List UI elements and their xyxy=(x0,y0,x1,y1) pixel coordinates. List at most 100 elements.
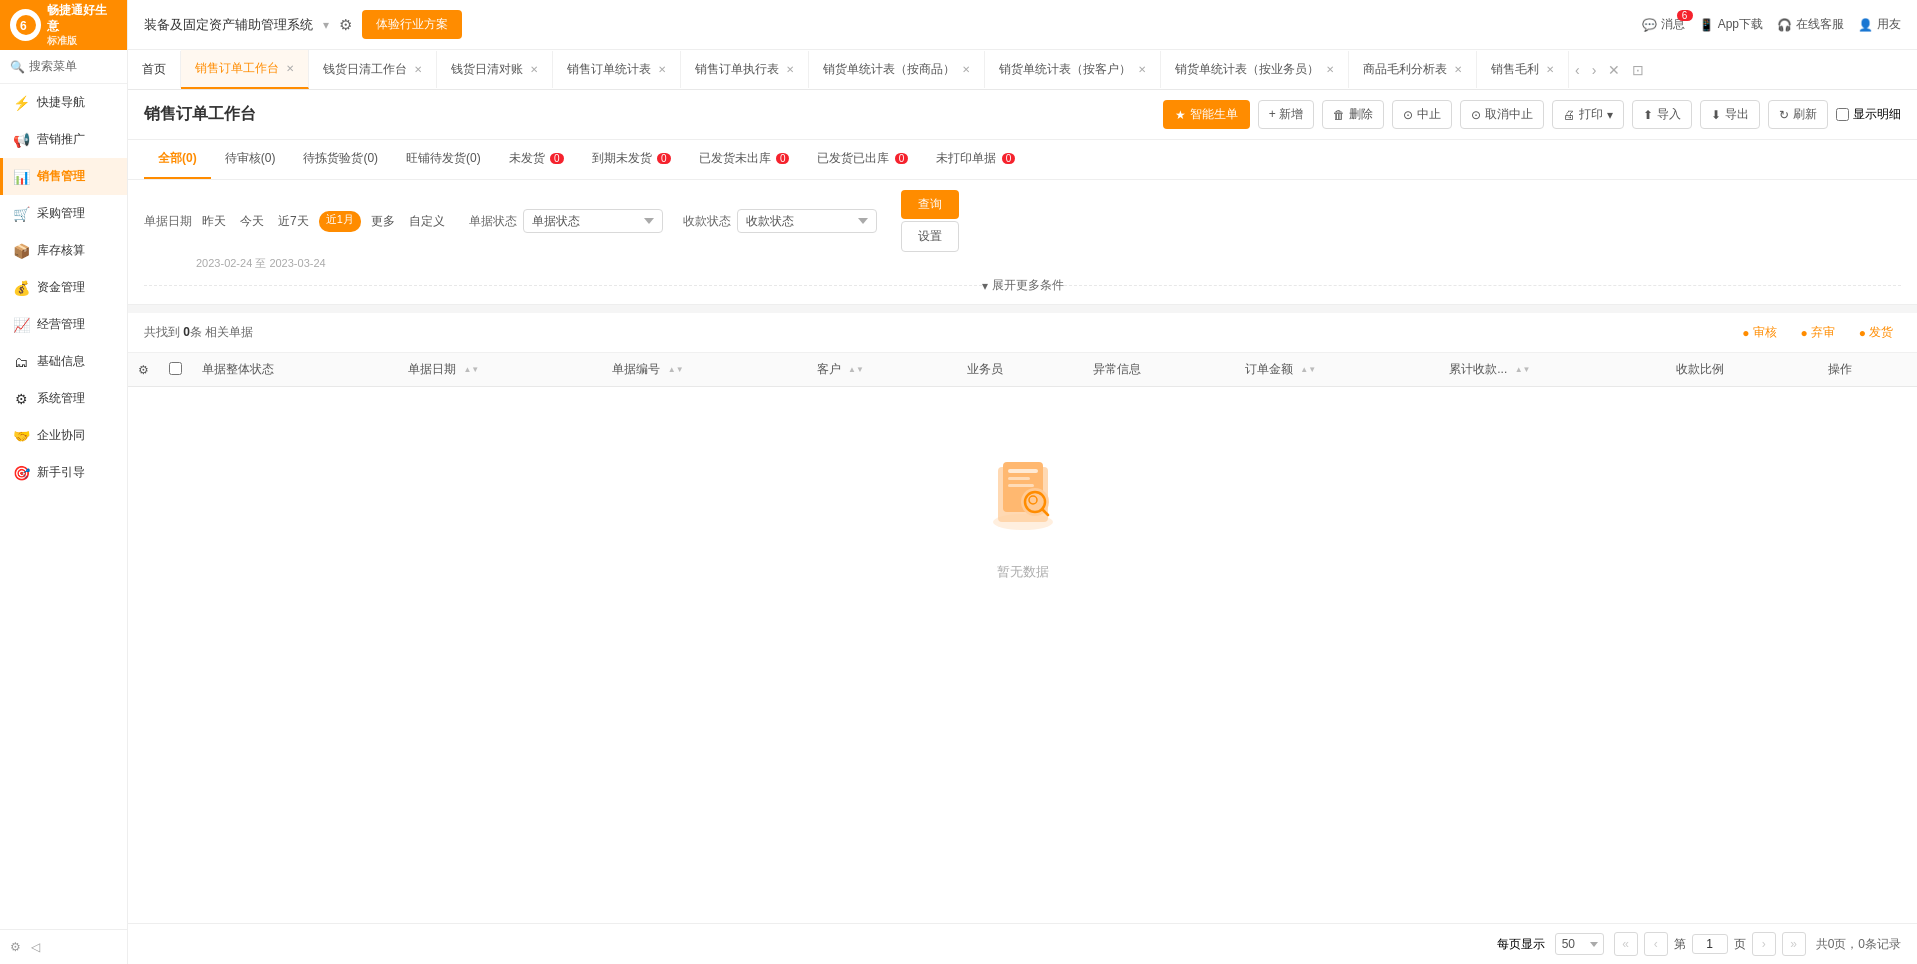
sub-tab-expired-not-shipped[interactable]: 到期未发货 0 xyxy=(578,140,685,179)
sidebar-item-marketing[interactable]: 📢 营销推广 xyxy=(0,121,127,158)
close-tab-by-product[interactable]: ✕ xyxy=(962,64,970,75)
close-tab-sales-stats[interactable]: ✕ xyxy=(658,64,666,75)
smart-create-btn[interactable]: ★ 智能生单 xyxy=(1163,100,1250,129)
sub-tab-all[interactable]: 全部(0) xyxy=(144,140,211,179)
th-date[interactable]: 单据日期 ▲▼ xyxy=(398,353,602,387)
setting-btn[interactable]: 设置 xyxy=(901,221,959,252)
sidebar-item-inventory[interactable]: 📦 库存核算 xyxy=(0,232,127,269)
tab-sales-by-staff[interactable]: 销货单统计表（按业务员） ✕ xyxy=(1161,51,1349,88)
sub-tab-not-shipped[interactable]: 未发货 0 xyxy=(495,140,578,179)
first-page-btn[interactable]: « xyxy=(1614,932,1638,956)
page-number-input[interactable] xyxy=(1692,934,1728,954)
close-tab-cash-reconcile[interactable]: ✕ xyxy=(530,64,538,75)
print-btn[interactable]: 🖨 打印 ▾ xyxy=(1552,100,1624,129)
user-btn[interactable]: 👤 用友 xyxy=(1858,16,1901,33)
sub-tab-shipped-not-out[interactable]: 已发货未出库 0 xyxy=(685,140,804,179)
review-btn[interactable]: ● 审核 xyxy=(1734,321,1784,344)
tab-cash-daily[interactable]: 钱货日清工作台 ✕ xyxy=(309,51,437,88)
marketing-icon: 📢 xyxy=(13,132,29,148)
import-btn[interactable]: ⬆ 导入 xyxy=(1632,100,1692,129)
export-btn[interactable]: ⬇ 导出 xyxy=(1700,100,1760,129)
tab-sales-more[interactable]: 销售毛利 ✕ xyxy=(1477,51,1569,88)
inventory-icon: 📦 xyxy=(13,243,29,259)
system-title: 装备及固定资产辅助管理系统 xyxy=(144,16,313,34)
next-page-btn[interactable]: › xyxy=(1752,932,1776,956)
topbar-settings-icon[interactable]: ⚙ xyxy=(339,16,352,34)
date-custom[interactable]: 自定义 xyxy=(405,211,449,232)
settings-icon[interactable]: ⚙ xyxy=(10,940,21,954)
tab-sales-exec[interactable]: 销售订单执行表 ✕ xyxy=(681,51,809,88)
quicknav-icon: ⚡ xyxy=(13,95,29,111)
topbar-dropdown-icon[interactable]: ▾ xyxy=(323,18,329,32)
tabs-close-all-btn[interactable]: ✕ xyxy=(1602,62,1626,78)
tab-sales-workbench[interactable]: 销售订单工作台 ✕ xyxy=(181,50,309,89)
payment-select[interactable]: 收款状态 xyxy=(737,209,877,233)
select-all-checkbox[interactable] xyxy=(169,362,182,375)
th-collected[interactable]: 累计收款... ▲▼ xyxy=(1439,353,1666,387)
sub-tab-not-printed[interactable]: 未打印单据 0 xyxy=(922,140,1029,179)
tab-cash-reconcile[interactable]: 钱货日清对账 ✕ xyxy=(437,51,553,88)
collapse-icon[interactable]: ◁ xyxy=(31,940,40,954)
tab-sales-by-product[interactable]: 销货单统计表（按商品） ✕ xyxy=(809,51,985,88)
sub-tab-shipped-out[interactable]: 已发货已出库 0 xyxy=(803,140,922,179)
sidebar-item-quicknav[interactable]: ⚡ 快捷导航 xyxy=(0,84,127,121)
close-tab-sales-exec[interactable]: ✕ xyxy=(786,64,794,75)
table-scroll[interactable]: ⚙ 单据整体状态 单据日期 ▲▼ xyxy=(128,353,1917,923)
date-today[interactable]: 今天 xyxy=(236,211,268,232)
sidebar-item-enterprise[interactable]: 🤝 企业协同 xyxy=(0,417,127,454)
prev-page-btn[interactable]: ‹ xyxy=(1644,932,1668,956)
stop-btn[interactable]: ⊙ 中止 xyxy=(1392,100,1452,129)
tab-sales-stats[interactable]: 销售订单统计表 ✕ xyxy=(553,51,681,88)
trial-btn[interactable]: 体验行业方案 xyxy=(362,10,462,39)
refresh-btn[interactable]: ↻ 刷新 xyxy=(1768,100,1828,129)
close-tab-gross-profit[interactable]: ✕ xyxy=(1454,64,1462,75)
close-tab-by-customer[interactable]: ✕ xyxy=(1138,64,1146,75)
sidebar-item-operations[interactable]: 📈 经营管理 xyxy=(0,306,127,343)
sidebar-item-basic[interactable]: 🗂 基础信息 xyxy=(0,343,127,380)
th-customer[interactable]: 客户 ▲▼ xyxy=(807,353,958,387)
show-detail-check[interactable]: 显示明细 xyxy=(1836,106,1901,123)
tab-home[interactable]: 首页 xyxy=(128,51,181,88)
status-select[interactable]: 单据状态 xyxy=(523,209,663,233)
sub-tab-pending-review[interactable]: 待审核(0) xyxy=(211,140,290,179)
close-tab-sales-more[interactable]: ✕ xyxy=(1546,64,1554,75)
settings-col-icon[interactable]: ⚙ xyxy=(138,363,149,377)
query-btn[interactable]: 查询 xyxy=(901,190,959,219)
search-menu[interactable]: 🔍 搜索菜单 xyxy=(0,50,127,84)
cancel-stop-btn[interactable]: ⊙ 取消中止 xyxy=(1460,100,1544,129)
page-size-select[interactable]: 50 10 20 100 xyxy=(1555,933,1604,955)
close-tab-sales-workbench[interactable]: ✕ xyxy=(286,63,294,74)
tab-sales-by-customer[interactable]: 销货单统计表（按客户） ✕ xyxy=(985,51,1161,88)
close-tab-cash-daily[interactable]: ✕ xyxy=(414,64,422,75)
date-1month[interactable]: 近1月 xyxy=(319,211,361,232)
cancel-review-btn[interactable]: ● 弃审 xyxy=(1793,321,1843,344)
tabs-expand-btn[interactable]: ⊡ xyxy=(1626,62,1650,78)
tab-gross-profit[interactable]: 商品毛利分析表 ✕ xyxy=(1349,51,1477,88)
th-staff[interactable]: 业务员 xyxy=(957,353,1082,387)
sidebar-item-system[interactable]: ⚙ 系统管理 xyxy=(0,380,127,417)
tabs-prev-btn[interactable]: ‹ xyxy=(1569,62,1586,78)
sidebar-item-guide[interactable]: 🎯 新手引导 xyxy=(0,454,127,491)
date-7days[interactable]: 近7天 xyxy=(274,211,313,232)
delete-btn[interactable]: 🗑 删除 xyxy=(1322,100,1384,129)
review-dot: ● xyxy=(1742,326,1749,340)
date-yesterday[interactable]: 昨天 xyxy=(198,211,230,232)
tabs-next-btn[interactable]: › xyxy=(1586,62,1603,78)
message-btn[interactable]: 💬 消息 6 xyxy=(1642,16,1685,33)
show-detail-checkbox[interactable] xyxy=(1836,108,1849,121)
sidebar-item-sales[interactable]: 📊 销售管理 xyxy=(0,158,127,195)
expand-btn[interactable]: ▾ 展开更多条件 xyxy=(982,277,1064,294)
sub-tab-wangpu[interactable]: 旺铺待发货(0) xyxy=(392,140,495,179)
th-amount[interactable]: 订单金额 ▲▼ xyxy=(1235,353,1439,387)
app-download-btn[interactable]: 📱 App下载 xyxy=(1699,16,1763,33)
last-page-btn[interactable]: » xyxy=(1782,932,1806,956)
add-btn[interactable]: + 新增 xyxy=(1258,100,1314,129)
sub-tab-pending-inspect[interactable]: 待拣货验货(0) xyxy=(289,140,392,179)
date-more[interactable]: 更多 xyxy=(367,211,399,232)
sidebar-item-finance[interactable]: 💰 资金管理 xyxy=(0,269,127,306)
online-service-btn[interactable]: 🎧 在线客服 xyxy=(1777,16,1844,33)
ship-btn[interactable]: ● 发货 xyxy=(1851,321,1901,344)
close-tab-by-staff[interactable]: ✕ xyxy=(1326,64,1334,75)
th-number[interactable]: 单据编号 ▲▼ xyxy=(602,353,806,387)
sidebar-item-purchase[interactable]: 🛒 采购管理 xyxy=(0,195,127,232)
